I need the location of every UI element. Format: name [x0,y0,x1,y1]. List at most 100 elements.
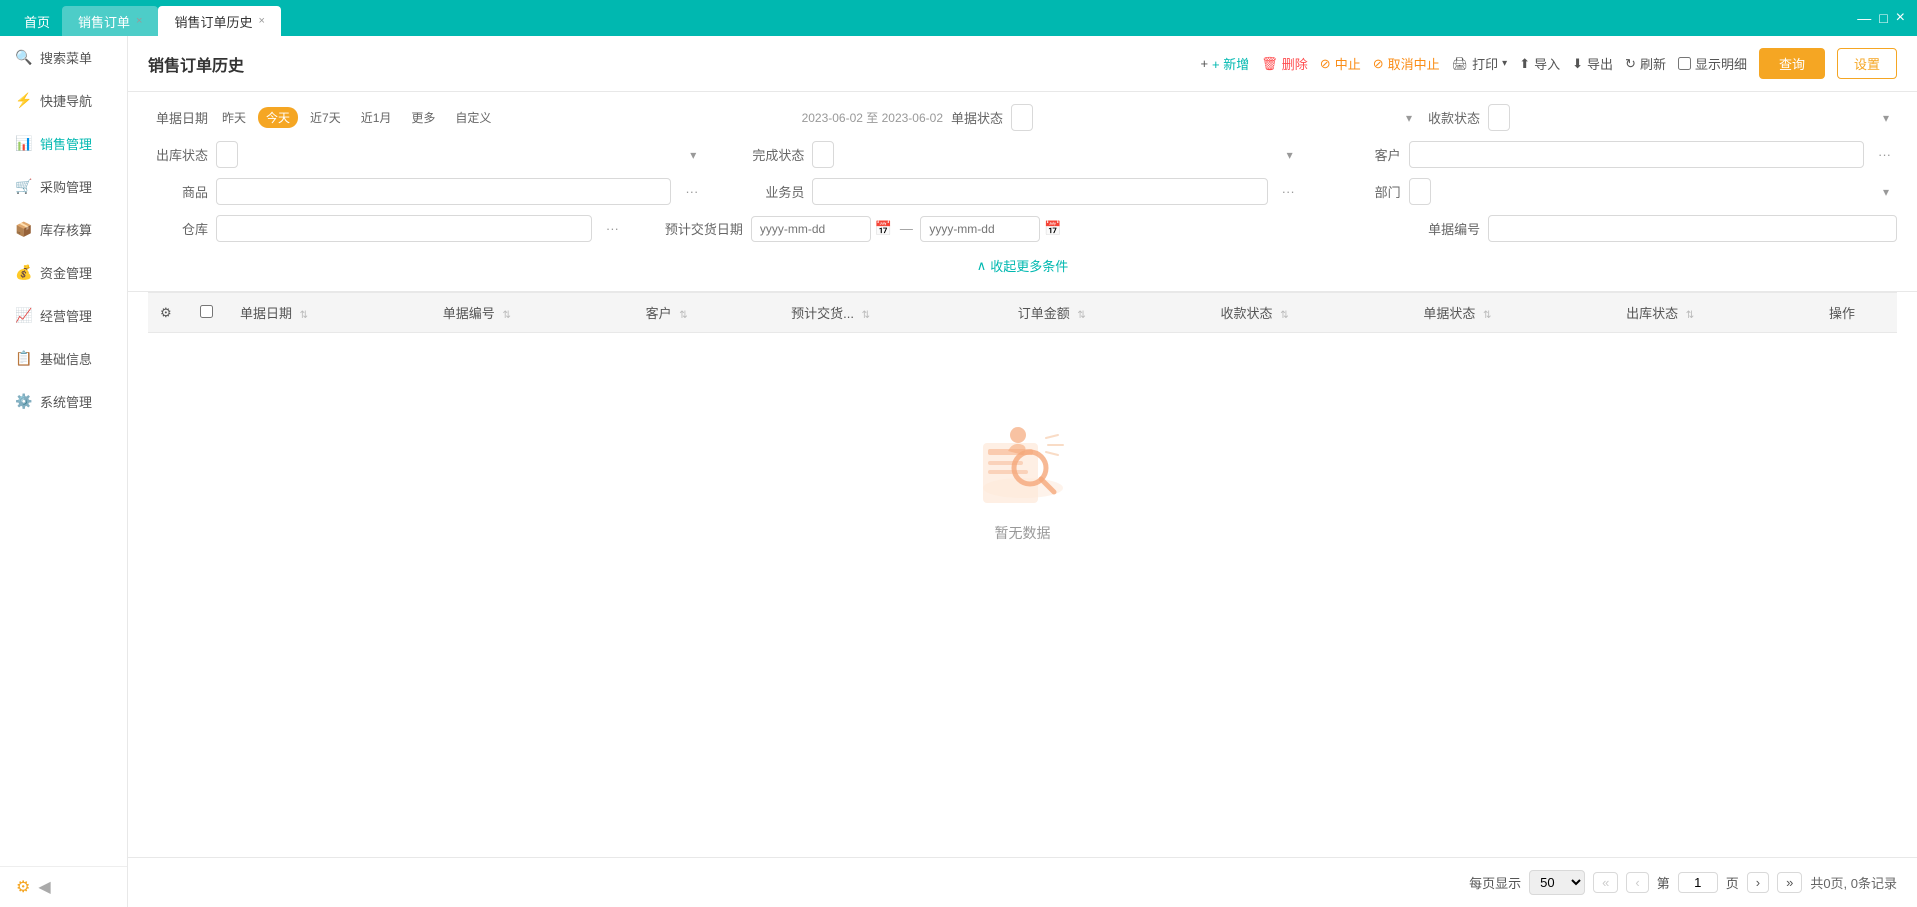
page-number-input[interactable] [1678,872,1718,893]
sidebar-item-purchase-mgmt[interactable]: 🛒 采购管理 [0,165,127,208]
sidebar-item-search-menu-label: 搜索菜单 [40,48,92,67]
sidebar-item-purchase-mgmt-label: 采购管理 [40,177,92,196]
new-button[interactable]: + + 新增 [1200,54,1249,73]
import-button[interactable]: ⬆ 导入 [1519,54,1560,73]
last-page-button[interactable]: » [1777,872,1802,893]
sidebar-item-sales-mgmt-label: 销售管理 [40,134,92,153]
sidebar-collapse-icon[interactable]: ◀ [38,877,50,897]
col-doc-no-sort[interactable]: ⇅ [502,310,510,321]
sidebar-item-search-menu[interactable]: 🔍 搜索菜单 [0,36,127,79]
query-button[interactable]: 查询 [1759,48,1825,79]
setting-button[interactable]: 设置 [1837,48,1897,79]
tab-sales-order[interactable]: 销售订单 × [62,6,158,36]
tab-sales-order-history-close[interactable]: × [258,15,264,27]
empty-state-row: 暂无数据 [148,333,1897,624]
col-settings: ⚙ [148,293,188,333]
outbound-status-select[interactable] [216,141,238,168]
first-page-button[interactable]: « [1593,872,1618,893]
col-outbound-status: 出库状态 ⇅ [1614,293,1817,333]
inventory-icon: 📦 [16,222,32,238]
sidebar-item-basic-info[interactable]: 📋 基础信息 [0,337,127,380]
minimize-btn[interactable]: — [1857,10,1871,26]
sidebar-item-inventory[interactable]: 📦 库存核算 [0,208,127,251]
sidebar-item-sales-mgmt[interactable]: 📊 销售管理 [0,122,127,165]
customer-input[interactable] [1409,141,1864,168]
col-expected-delivery-sort[interactable]: ⇅ [862,310,870,321]
delivery-date-label: 预计交货日期 [665,219,743,238]
sidebar-settings-icon[interactable]: ⚙ [16,877,30,897]
date-tag-more[interactable]: 更多 [403,107,443,128]
col-doc-status-sort[interactable]: ⇅ [1483,310,1491,321]
page-size-select[interactable]: 10 20 50 100 [1529,870,1585,895]
col-order-amount-label: 订单金额 [1018,306,1070,321]
payment-status-select[interactable] [1488,104,1510,131]
delete-button[interactable]: 🗑 删除 [1261,54,1308,73]
settings-gear-icon[interactable]: ⚙ [160,305,172,320]
table-body: 暂无数据 [148,333,1897,624]
warehouse-input[interactable] [216,215,592,242]
col-order-amount: 订单金额 ⇅ [1006,293,1209,333]
filter-payment-status-item: 收款状态 [1420,104,1897,131]
col-doc-date-sort[interactable]: ⇅ [300,310,308,321]
export-button[interactable]: ⬇ 导出 [1572,54,1613,73]
warehouse-ellipsis-btn[interactable]: ··· [600,221,625,236]
date-tag-today[interactable]: 今天 [258,107,298,128]
order-status-select-wrapper [1011,104,1420,131]
sidebar-item-system-label: 系统管理 [40,392,92,411]
col-order-amount-sort[interactable]: ⇅ [1077,310,1085,321]
collapse-button[interactable]: ∧ 收起更多条件 [148,252,1897,279]
customer-ellipsis-btn[interactable]: ··· [1872,147,1897,162]
sidebar-item-operations[interactable]: 📈 经营管理 [0,294,127,337]
dept-select[interactable] [1409,178,1431,205]
delivery-date-end[interactable] [920,216,1040,242]
tab-sales-order-close[interactable]: × [136,15,142,27]
calendar-start-icon[interactable]: 📅 [875,220,892,237]
goods-ellipsis-btn[interactable]: ··· [679,184,704,199]
delivery-date-start[interactable] [751,216,871,242]
date-input-wrapper: 📅 — 📅 [751,216,1380,242]
print-button[interactable]: 🖨 打印 ▾ [1452,54,1508,73]
filter-customer-item: 客户 ··· [1341,141,1897,168]
col-customer: 客户 ⇅ [634,293,780,333]
date-tag-7days[interactable]: 近7天 [302,107,349,128]
col-customer-sort[interactable]: ⇅ [679,310,687,321]
sidebar-item-basic-info-label: 基础信息 [40,349,92,368]
page-word: 页 [1726,873,1739,892]
sidebar-item-quick-nav-label: 快捷导航 [40,91,92,110]
tab-sales-order-history[interactable]: 销售订单历史 × [158,6,280,36]
export-label: 导出 [1587,54,1613,73]
prev-page-button[interactable]: ‹ [1626,872,1648,893]
date-tag-yesterday[interactable]: 昨天 [214,107,254,128]
cancel-stop-button[interactable]: ⊘ 取消中止 [1373,54,1440,73]
tab-sales-order-label: 销售订单 [78,12,130,31]
salesperson-input[interactable] [812,178,1267,205]
refresh-button[interactable]: ↻ 刷新 [1625,54,1666,73]
date-tag-1month[interactable]: 近1月 [353,107,400,128]
order-no-input[interactable] [1488,215,1897,242]
next-page-button[interactable]: › [1747,872,1769,893]
stop-button[interactable]: ⊘ 中止 [1320,54,1361,73]
select-all-checkbox[interactable] [200,305,213,318]
sidebar-item-system[interactable]: ⚙️ 系统管理 [0,380,127,423]
col-doc-no: 单据编号 ⇅ [431,293,634,333]
tab-home[interactable]: 首页 [12,6,62,36]
sidebar-item-finance[interactable]: 💰 资金管理 [0,251,127,294]
close-btn[interactable]: × [1896,9,1905,27]
col-payment-status-sort[interactable]: ⇅ [1280,310,1288,321]
date-tag-custom[interactable]: 自定义 [447,107,499,128]
col-outbound-status-sort[interactable]: ⇅ [1686,310,1694,321]
operations-icon: 📈 [16,308,32,324]
sidebar-item-finance-label: 资金管理 [40,263,92,282]
top-bar-right: — □ × [1857,9,1905,27]
calendar-end-icon[interactable]: 📅 [1044,220,1061,237]
display-detail-checkbox[interactable]: 显示明细 [1678,54,1747,73]
complete-status-select[interactable] [812,141,834,168]
salesperson-ellipsis-btn[interactable]: ··· [1276,184,1301,199]
delete-icon: 🗑 [1261,56,1278,72]
goods-input[interactable] [216,178,671,205]
total-text: 共0页, 0条记录 [1810,873,1897,892]
display-detail-input[interactable] [1678,57,1691,70]
maximize-btn[interactable]: □ [1879,10,1887,26]
order-status-select[interactable] [1011,104,1033,131]
sidebar-item-quick-nav[interactable]: ⚡ 快捷导航 [0,79,127,122]
